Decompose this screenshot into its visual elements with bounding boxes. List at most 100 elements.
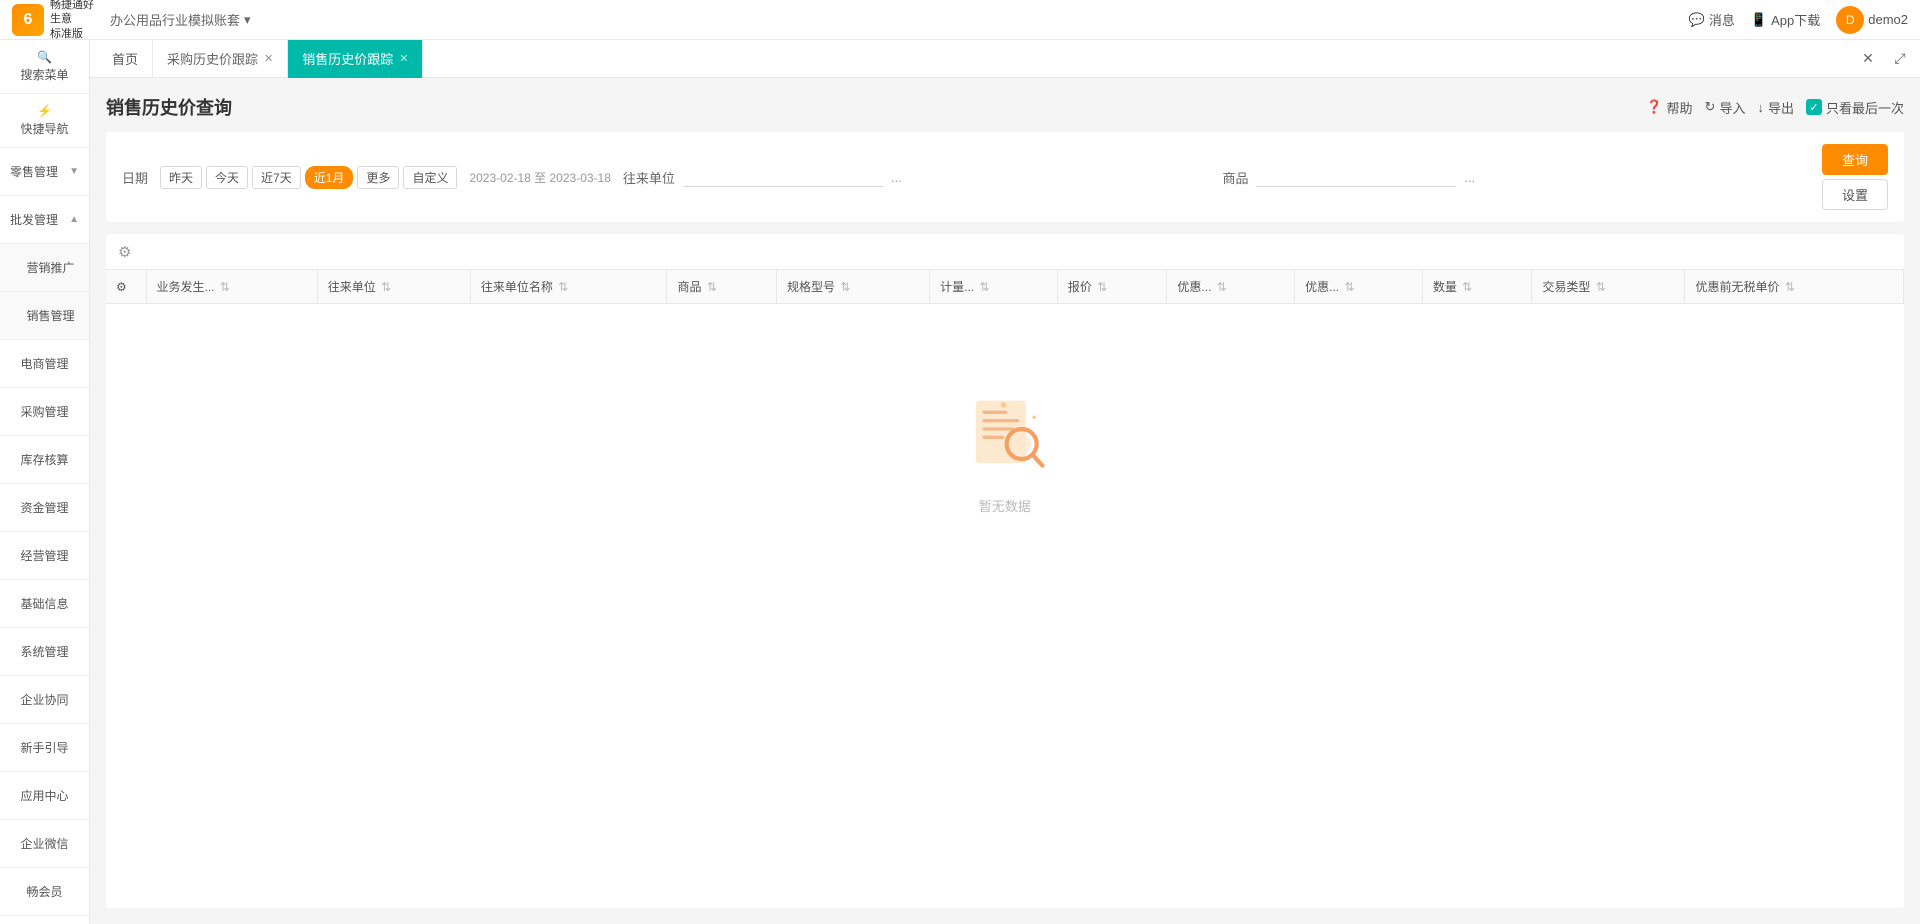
import-btn[interactable]: ↻ 导入 (1705, 98, 1746, 117)
tab-home[interactable]: 首页 (98, 40, 153, 78)
sort-icon: ⇅ (1344, 280, 1354, 294)
sidebar-item-member-club[interactable]: 畅会员 (0, 868, 89, 916)
import-icon: ↻ (1705, 99, 1716, 115)
sort-icon: ⇅ (1462, 280, 1472, 294)
col-pretax-price[interactable]: 优惠前无税单价 ⇅ (1685, 270, 1904, 304)
sidebar-item-retail-mgmt[interactable]: 零售管理 ▼ (0, 148, 89, 196)
product-input[interactable] (1256, 167, 1456, 187)
download-icon: 📱 (1751, 12, 1767, 28)
help-btn[interactable]: ❓ 帮助 (1646, 98, 1692, 117)
sidebar: 🔍 搜索菜单 ⚡ 快捷导航 零售管理 ▼ 批发管理 ▲ 营销推广 销售管理 电商… (0, 40, 90, 924)
top-bar-right: 💬 消息 📱 App下载 D demo2 (1689, 6, 1908, 34)
sidebar-item-basic-info[interactable]: 基础信息 (0, 580, 89, 628)
close-all-tabs-btn[interactable]: ✕ (1856, 47, 1880, 71)
sidebar-item-app-center[interactable]: 应用中心 (0, 772, 89, 820)
product-filter-group: 商品 ... (1222, 167, 1810, 187)
partner-input[interactable] (683, 167, 883, 187)
sidebar-item-quick-nav[interactable]: ⚡ 快捷导航 (0, 94, 89, 148)
nav-icon: ⚡ (37, 104, 52, 118)
col-unit[interactable]: 计量... ⇅ (930, 270, 1058, 304)
filter-panel: 日期 昨天 今天 近7天 近1月 更多 自定义 2023-02-18 至 202… (106, 132, 1904, 222)
empty-row: 暂无数据 (106, 304, 1904, 596)
sidebar-item-finance-mgmt[interactable]: 资金管理 (0, 484, 89, 532)
workspace-dropdown[interactable]: 办公用品行业模拟账套 ▾ (110, 10, 1681, 29)
table-body: 暂无数据 (106, 304, 1904, 596)
table-toolbar: ⚙ (106, 234, 1904, 270)
sidebar-item-purchase-mgmt[interactable]: 采购管理 (0, 388, 89, 436)
export-icon: ↓ (1757, 100, 1764, 115)
sort-icon: ⇅ (1097, 280, 1107, 294)
sidebar-item-enterprise-collab[interactable]: 企业协同 (0, 676, 89, 724)
sort-icon: ⇅ (1596, 280, 1606, 294)
content-area: 首页 采购历史价跟踪 ✕ 销售历史价跟踪 ✕ ✕ ⤢ 销售历史价查询 (90, 40, 1920, 924)
data-table: ⚙ 业务发生... ⇅ 往来单位 ⇅ 往来单位名称 (106, 270, 1904, 595)
empty-icon (955, 384, 1055, 484)
table-settings-icon[interactable]: ⚙ (118, 243, 131, 261)
settings-icon: ⚙ (116, 280, 127, 294)
filter-actions: 查询 设置 (1822, 144, 1888, 210)
col-discount1[interactable]: 优惠... ⇅ (1167, 270, 1295, 304)
export-btn[interactable]: ↓ 导出 (1757, 98, 1794, 117)
settings-button[interactable]: 设置 (1822, 179, 1888, 210)
sort-icon: ⇅ (558, 280, 568, 294)
date-btn-more[interactable]: 更多 (357, 166, 399, 189)
message-icon: 💬 (1689, 12, 1705, 28)
product-dots[interactable]: ... (1464, 170, 1475, 185)
product-filter-label: 商品 (1222, 168, 1248, 187)
partner-dots[interactable]: ... (891, 170, 902, 185)
table-header-row: ⚙ 业务发生... ⇅ 往来单位 ⇅ 往来单位名称 (106, 270, 1904, 304)
checkbox-icon: ✓ (1806, 99, 1822, 115)
tab-right-controls: ✕ ⤢ (1856, 47, 1912, 71)
date-btn-last7[interactable]: 近7天 (252, 166, 301, 189)
sort-icon: ⇅ (979, 280, 989, 294)
sort-icon: ⇅ (840, 280, 850, 294)
date-btn-last1m[interactable]: 近1月 (305, 166, 354, 189)
date-btn-today[interactable]: 今天 (206, 166, 248, 189)
logo-icon: 6 (12, 4, 44, 36)
col-quantity[interactable]: 数量 ⇅ (1422, 270, 1532, 304)
tab-close-sales[interactable]: ✕ (399, 52, 408, 65)
col-product[interactable]: 商品 ⇅ (667, 270, 777, 304)
col-partner-name[interactable]: 往来单位名称 ⇅ (470, 270, 667, 304)
date-filter-label: 日期 (122, 168, 148, 187)
app-download-btn[interactable]: 📱 App下载 (1751, 10, 1820, 29)
tab-purchase-history[interactable]: 采购历史价跟踪 ✕ (153, 40, 288, 78)
maximize-btn[interactable]: ⤢ (1888, 47, 1912, 71)
help-icon: ❓ (1646, 99, 1662, 115)
logo: 6 畅捷通好生意 标准版 (12, 0, 102, 41)
sidebar-item-sales-mgmt[interactable]: 销售管理 (0, 292, 89, 340)
sidebar-item-enterprise-wechat[interactable]: 企业微信 (0, 820, 89, 868)
sidebar-item-search-menu[interactable]: 🔍 搜索菜单 (0, 40, 89, 94)
col-partner-code[interactable]: 往来单位 ⇅ (317, 270, 470, 304)
col-discount2[interactable]: 优惠... ⇅ (1295, 270, 1423, 304)
page-content: 销售历史价查询 ❓ 帮助 ↻ 导入 ↓ 导出 ✓ (90, 78, 1920, 924)
sidebar-item-operations-mgmt[interactable]: 经营管理 (0, 532, 89, 580)
date-range-display: 2023-02-18 至 2023-03-18 (469, 169, 610, 186)
sidebar-item-inventory-check[interactable]: 库存核算 (0, 436, 89, 484)
chevron-up-icon: ▲ (69, 214, 79, 225)
col-trade-type[interactable]: 交易类型 ⇅ (1532, 270, 1685, 304)
tab-sales-history[interactable]: 销售历史价跟踪 ✕ (288, 40, 423, 78)
empty-state: 暂无数据 (106, 304, 1904, 595)
sidebar-item-wholesale-mgmt[interactable]: 批发管理 ▲ (0, 196, 89, 244)
message-btn[interactable]: 💬 消息 (1689, 10, 1735, 29)
col-biz-date[interactable]: 业务发生... ⇅ (146, 270, 317, 304)
sidebar-item-ecommerce-mgmt[interactable]: 电商管理 (0, 340, 89, 388)
sidebar-item-marketing[interactable]: 营销推广 (0, 244, 89, 292)
empty-text: 暂无数据 (979, 496, 1031, 515)
date-btn-yesterday[interactable]: 昨天 (160, 166, 202, 189)
col-settings[interactable]: ⚙ (106, 270, 146, 304)
col-spec[interactable]: 规格型号 ⇅ (777, 270, 930, 304)
tab-bar: 首页 采购历史价跟踪 ✕ 销售历史价跟踪 ✕ ✕ ⤢ (90, 40, 1920, 78)
sidebar-item-new-guide[interactable]: 新手引导 (0, 724, 89, 772)
sort-icon: ⇅ (220, 280, 230, 294)
main-layout: 🔍 搜索菜单 ⚡ 快捷导航 零售管理 ▼ 批发管理 ▲ 营销推广 销售管理 电商… (0, 40, 1920, 924)
date-btn-custom[interactable]: 自定义 (403, 166, 457, 189)
col-quoted-price[interactable]: 报价 ⇅ (1057, 270, 1167, 304)
only-last-toggle[interactable]: ✓ 只看最后一次 (1806, 98, 1904, 117)
tab-close-purchase[interactable]: ✕ (264, 52, 273, 65)
table-container: ⚙ ⚙ 业务发生... ⇅ 往来单位 (106, 234, 1904, 908)
sidebar-item-system-mgmt[interactable]: 系统管理 (0, 628, 89, 676)
query-button[interactable]: 查询 (1822, 144, 1888, 175)
user-profile[interactable]: D demo2 (1836, 6, 1908, 34)
